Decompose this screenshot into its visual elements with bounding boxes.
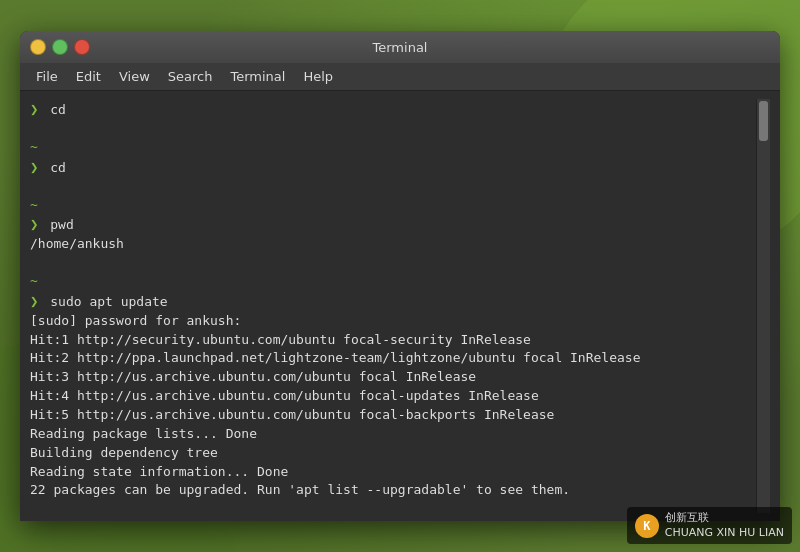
watermark-icon: K <box>635 514 659 538</box>
scrollbar[interactable] <box>756 99 770 513</box>
close-button[interactable] <box>74 39 90 55</box>
empty-2 <box>30 178 756 196</box>
line-hit2: Hit:2 http://ppa.launchpad.net/lightzone… <box>30 349 756 368</box>
line-reading2: Reading state information... Done <box>30 463 756 482</box>
prompt-arrow-1: ❯ <box>30 99 38 119</box>
cmd-2: cd <box>42 159 65 178</box>
output-building: Building dependency tree <box>30 444 218 463</box>
menu-search[interactable]: Search <box>160 65 221 88</box>
menu-file[interactable]: File <box>28 65 66 88</box>
tilde-1: ~ <box>30 138 38 157</box>
line-hit5: Hit:5 http://us.archive.ubuntu.com/ubunt… <box>30 406 756 425</box>
line-hit1: Hit:1 http://security.ubuntu.com/ubuntu … <box>30 331 756 350</box>
title-bar: Terminal <box>20 31 780 63</box>
output-sudo: [sudo] password for ankush: <box>30 312 241 331</box>
cmd-4: sudo apt update <box>42 293 167 312</box>
prompt-arrow-2: ❯ <box>30 157 38 177</box>
line-3: ❯ pwd <box>30 214 756 235</box>
line-packages: 22 packages can be upgraded. Run 'apt li… <box>30 481 756 500</box>
prompt-arrow-4: ❯ <box>30 291 38 311</box>
line-sudo-pw: [sudo] password for ankush: <box>30 312 756 331</box>
prompt-arrow-3: ❯ <box>30 214 38 234</box>
output-hit5: Hit:5 http://us.archive.ubuntu.com/ubunt… <box>30 406 554 425</box>
maximize-button[interactable] <box>52 39 68 55</box>
scrollbar-thumb[interactable] <box>759 101 768 141</box>
output-hit1: Hit:1 http://security.ubuntu.com/ubuntu … <box>30 331 531 350</box>
line-reading1: Reading package lists... Done <box>30 425 756 444</box>
tilde-3: ~ <box>30 272 38 291</box>
cmd-3: pwd <box>42 216 73 235</box>
line-1: ❯ cd <box>30 99 756 120</box>
output-reading1: Reading package lists... Done <box>30 425 257 444</box>
line-5: ❯ sudo apt update <box>30 291 756 312</box>
cmd-1: cd <box>42 101 65 120</box>
output-pwd: /home/ankush <box>30 235 124 254</box>
terminal-content: ❯ cd ~ ❯ cd ~ ❯ pwd /home/ankush <box>30 99 756 513</box>
window-title: Terminal <box>373 40 428 55</box>
output-hit2: Hit:2 http://ppa.launchpad.net/lightzone… <box>30 349 640 368</box>
line-hit4: Hit:4 http://us.archive.ubuntu.com/ubunt… <box>30 387 756 406</box>
watermark-line1: 创新互联 <box>665 511 784 525</box>
menu-view[interactable]: View <box>111 65 158 88</box>
line-4: /home/ankush <box>30 235 756 254</box>
line-tilde-3: ~ <box>30 272 756 291</box>
watermark-text: 创新互联 CHUANG XIN HU LIAN <box>665 511 784 540</box>
empty-1 <box>30 120 756 138</box>
menu-bar: File Edit View Search Terminal Help <box>20 63 780 91</box>
empty-3 <box>30 254 756 272</box>
terminal-body[interactable]: ❯ cd ~ ❯ cd ~ ❯ pwd /home/ankush <box>20 91 780 521</box>
watermark-line2: CHUANG XIN HU LIAN <box>665 526 784 540</box>
menu-terminal[interactable]: Terminal <box>222 65 293 88</box>
output-hit4: Hit:4 http://us.archive.ubuntu.com/ubunt… <box>30 387 539 406</box>
output-reading2: Reading state information... Done <box>30 463 288 482</box>
line-hit3: Hit:3 http://us.archive.ubuntu.com/ubunt… <box>30 368 756 387</box>
line-2: ❯ cd <box>30 157 756 178</box>
menu-help[interactable]: Help <box>295 65 341 88</box>
window-controls <box>30 39 90 55</box>
menu-edit[interactable]: Edit <box>68 65 109 88</box>
watermark: K 创新互联 CHUANG XIN HU LIAN <box>627 507 792 544</box>
minimize-button[interactable] <box>30 39 46 55</box>
line-tilde-2: ~ <box>30 196 756 215</box>
terminal-window: Terminal File Edit View Search Terminal … <box>20 31 780 521</box>
output-packages: 22 packages can be upgraded. Run 'apt li… <box>30 481 570 500</box>
output-hit3: Hit:3 http://us.archive.ubuntu.com/ubunt… <box>30 368 476 387</box>
line-building: Building dependency tree <box>30 444 756 463</box>
line-tilde-1: ~ <box>30 138 756 157</box>
tilde-2: ~ <box>30 196 38 215</box>
